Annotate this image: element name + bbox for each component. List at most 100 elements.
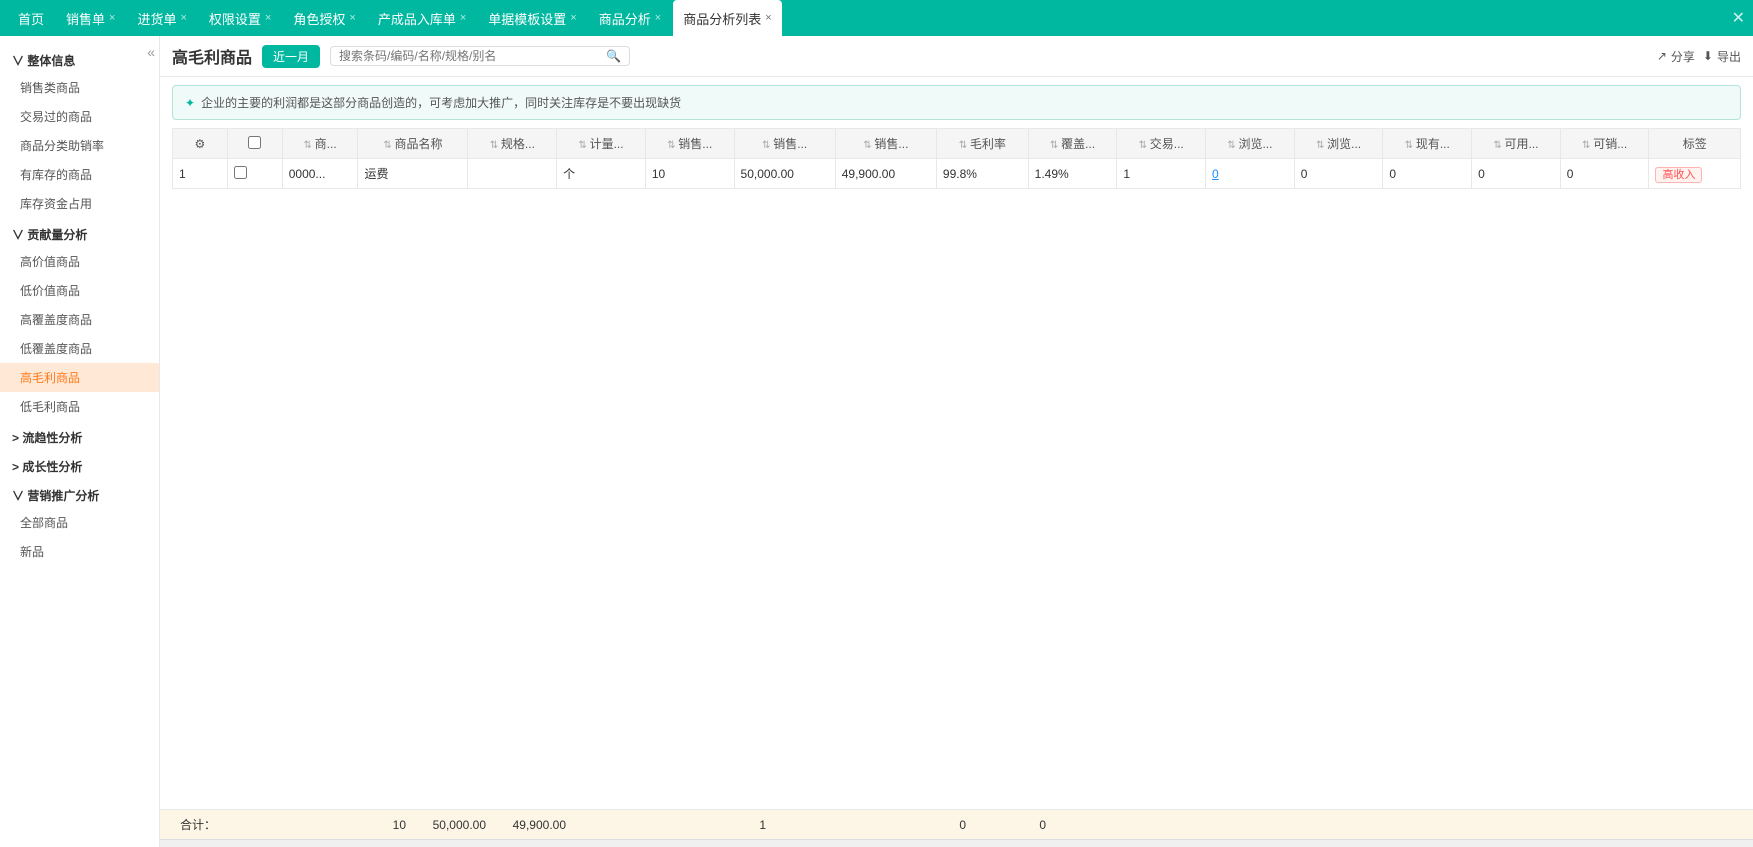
nav-item-进货单[interactable]: 进货单×: [127, 0, 196, 36]
footer-total-current: 0: [772, 818, 972, 832]
nav-item-销售单[interactable]: 销售单×: [56, 0, 125, 36]
sidebar-group-流趋性分析[interactable]: > 流趋性分析: [0, 421, 159, 450]
row-views2: 0: [1294, 159, 1383, 189]
content-area: 高毛利商品 近一月 🔍 ↗ 分享 ⬇ 导出 ✦ 企业的主要的利润都是这部分商品创…: [160, 36, 1753, 847]
top-navigation: 首页销售单×进货单×权限设置×角色授权×产成品入库单×单据模板设置×商品分析×商…: [0, 0, 1753, 36]
sidebar-item-商品分类助销率[interactable]: 商品分类助销率: [0, 131, 159, 160]
col-覆盖---[interactable]: 覆盖...: [1028, 129, 1117, 159]
nav-close-icon[interactable]: ×: [349, 12, 355, 24]
col-浏览---[interactable]: 浏览...: [1206, 129, 1295, 159]
col-销售---[interactable]: 销售...: [734, 129, 835, 159]
sidebar-group-贡献量分析[interactable]: ∨ 贡献量分析: [0, 218, 159, 247]
table-container: ⚙商...商品名称规格...计量...销售...销售...销售...毛利率覆盖.…: [160, 128, 1753, 809]
footer-total-available: 0: [972, 818, 1052, 832]
col-商---[interactable]: 商...: [282, 129, 358, 159]
nav-close-icon[interactable]: ×: [460, 12, 466, 24]
nav-close-icon[interactable]: ×: [265, 12, 271, 24]
row-name: 运费: [358, 159, 468, 189]
col-可销---[interactable]: 可销...: [1560, 129, 1649, 159]
sidebar-item-高价值商品[interactable]: 高价值商品: [0, 247, 159, 276]
col-毛利率[interactable]: 毛利率: [936, 129, 1028, 159]
row-available: 0: [1472, 159, 1561, 189]
info-icon: ✦: [185, 96, 195, 110]
row-unit: 个: [557, 159, 646, 189]
sidebar-collapse-button[interactable]: «: [147, 44, 155, 60]
col-商品名称[interactable]: 商品名称: [358, 129, 468, 159]
row-tag: 高收入: [1649, 159, 1741, 189]
col--: ⚙: [173, 129, 228, 159]
share-button[interactable]: ↗ 分享: [1657, 48, 1695, 65]
total-label: 合计：: [172, 816, 292, 833]
nav-item-权限设置[interactable]: 权限设置×: [199, 0, 281, 36]
close-window-button[interactable]: ✕: [1732, 8, 1745, 28]
row-checkbox[interactable]: [227, 159, 282, 189]
row-transactions: 1: [1117, 159, 1206, 189]
col-计量---[interactable]: 计量...: [557, 129, 646, 159]
sidebar-item-销售类商品[interactable]: 销售类商品: [0, 73, 159, 102]
link-row-views1[interactable]: 0: [1212, 167, 1219, 181]
col-标签: 标签: [1649, 129, 1741, 159]
col-浏览---[interactable]: 浏览...: [1294, 129, 1383, 159]
sidebar-item-有库存的商品[interactable]: 有库存的商品: [0, 160, 159, 189]
search-input[interactable]: [339, 49, 602, 63]
col-规格---[interactable]: 规格...: [468, 129, 557, 159]
row-sales-amount: 50,000.00: [734, 159, 835, 189]
sidebar-item-高覆盖度商品[interactable]: 高覆盖度商品: [0, 305, 159, 334]
sidebar-item-库存资金占用[interactable]: 库存资金占用: [0, 189, 159, 218]
search-icon[interactable]: 🔍: [606, 49, 621, 63]
info-banner: ✦ 企业的主要的利润都是这部分商品创造的，可考虑加大推广，同时关注库存是不要出现…: [172, 85, 1741, 120]
search-box: 🔍: [330, 46, 630, 66]
sidebar-item-低毛利商品[interactable]: 低毛利商品: [0, 392, 159, 421]
bottom-scrollbar[interactable]: [160, 839, 1753, 847]
filter-recent-month-button[interactable]: 近一月: [262, 45, 320, 68]
col-销售---[interactable]: 销售...: [645, 129, 734, 159]
row-spec: [468, 159, 557, 189]
nav-close-icon[interactable]: ×: [180, 12, 186, 24]
nav-item-商品分析列表[interactable]: 商品分析列表×: [673, 0, 781, 36]
nav-item-产成品入库单[interactable]: 产成品入库单×: [368, 0, 476, 36]
sidebar-group-成长性分析[interactable]: > 成长性分析: [0, 450, 159, 479]
nav-close-icon[interactable]: ×: [109, 12, 115, 24]
col-可用---[interactable]: 可用...: [1472, 129, 1561, 159]
select-all-checkbox[interactable]: [248, 136, 261, 149]
nav-close-icon[interactable]: ×: [570, 12, 576, 24]
sidebar-item-低覆盖度商品[interactable]: 低覆盖度商品: [0, 334, 159, 363]
row-current: 0: [1383, 159, 1472, 189]
nav-item-首页[interactable]: 首页: [8, 0, 54, 36]
sidebar-item-交易过的商品[interactable]: 交易过的商品: [0, 102, 159, 131]
row-coverage: 1.49%: [1028, 159, 1117, 189]
sidebar-group-营销推广分析[interactable]: ∨ 营销推广分析: [0, 479, 159, 508]
sidebar-item-全部商品[interactable]: 全部商品: [0, 508, 159, 537]
col-交易---[interactable]: 交易...: [1117, 129, 1206, 159]
row-checkbox-input[interactable]: [234, 166, 247, 179]
header-actions: ↗ 分享 ⬇ 导出: [1657, 48, 1741, 65]
col-销售---[interactable]: 销售...: [835, 129, 936, 159]
row-sellable: 0: [1560, 159, 1649, 189]
sidebar-item-高毛利商品[interactable]: 高毛利商品: [0, 363, 159, 392]
sidebar-item-新品[interactable]: 新品: [0, 537, 159, 566]
sidebar: « ∨ 整体信息销售类商品交易过的商品商品分类助销率有库存的商品库存资金占用∨ …: [0, 36, 160, 847]
row-index: 1: [173, 159, 228, 189]
nav-item-商品分析[interactable]: 商品分析×: [589, 0, 671, 36]
export-button[interactable]: ⬇ 导出: [1703, 48, 1741, 65]
footer-total-sales1: 10: [292, 818, 412, 832]
sidebar-group-整体信息[interactable]: ∨ 整体信息: [0, 44, 159, 73]
sidebar-item-低价值商品[interactable]: 低价值商品: [0, 276, 159, 305]
nav-item-角色授权[interactable]: 角色授权×: [283, 0, 365, 36]
footer-total-sales3: 49,900.00: [492, 818, 572, 832]
nav-item-单据模板设置[interactable]: 单据模板设置×: [478, 0, 586, 36]
page-title: 高毛利商品: [172, 44, 252, 68]
row-sales-profit: 49,900.00: [835, 159, 936, 189]
row-sku: 0000...: [282, 159, 358, 189]
row-sales-qty: 10: [645, 159, 734, 189]
content-header: 高毛利商品 近一月 🔍 ↗ 分享 ⬇ 导出: [160, 36, 1753, 77]
footer-total-transactions: 1: [572, 818, 772, 832]
export-icon: ⬇: [1703, 49, 1713, 63]
main-layout: « ∨ 整体信息销售类商品交易过的商品商品分类助销率有库存的商品库存资金占用∨ …: [0, 36, 1753, 847]
nav-close-icon[interactable]: ×: [765, 12, 771, 24]
col-现有---[interactable]: 现有...: [1383, 129, 1472, 159]
row-views1[interactable]: 0: [1206, 159, 1295, 189]
data-table: ⚙商...商品名称规格...计量...销售...销售...销售...毛利率覆盖.…: [172, 128, 1741, 189]
row-gross-margin: 99.8%: [936, 159, 1028, 189]
nav-close-icon[interactable]: ×: [655, 12, 661, 24]
